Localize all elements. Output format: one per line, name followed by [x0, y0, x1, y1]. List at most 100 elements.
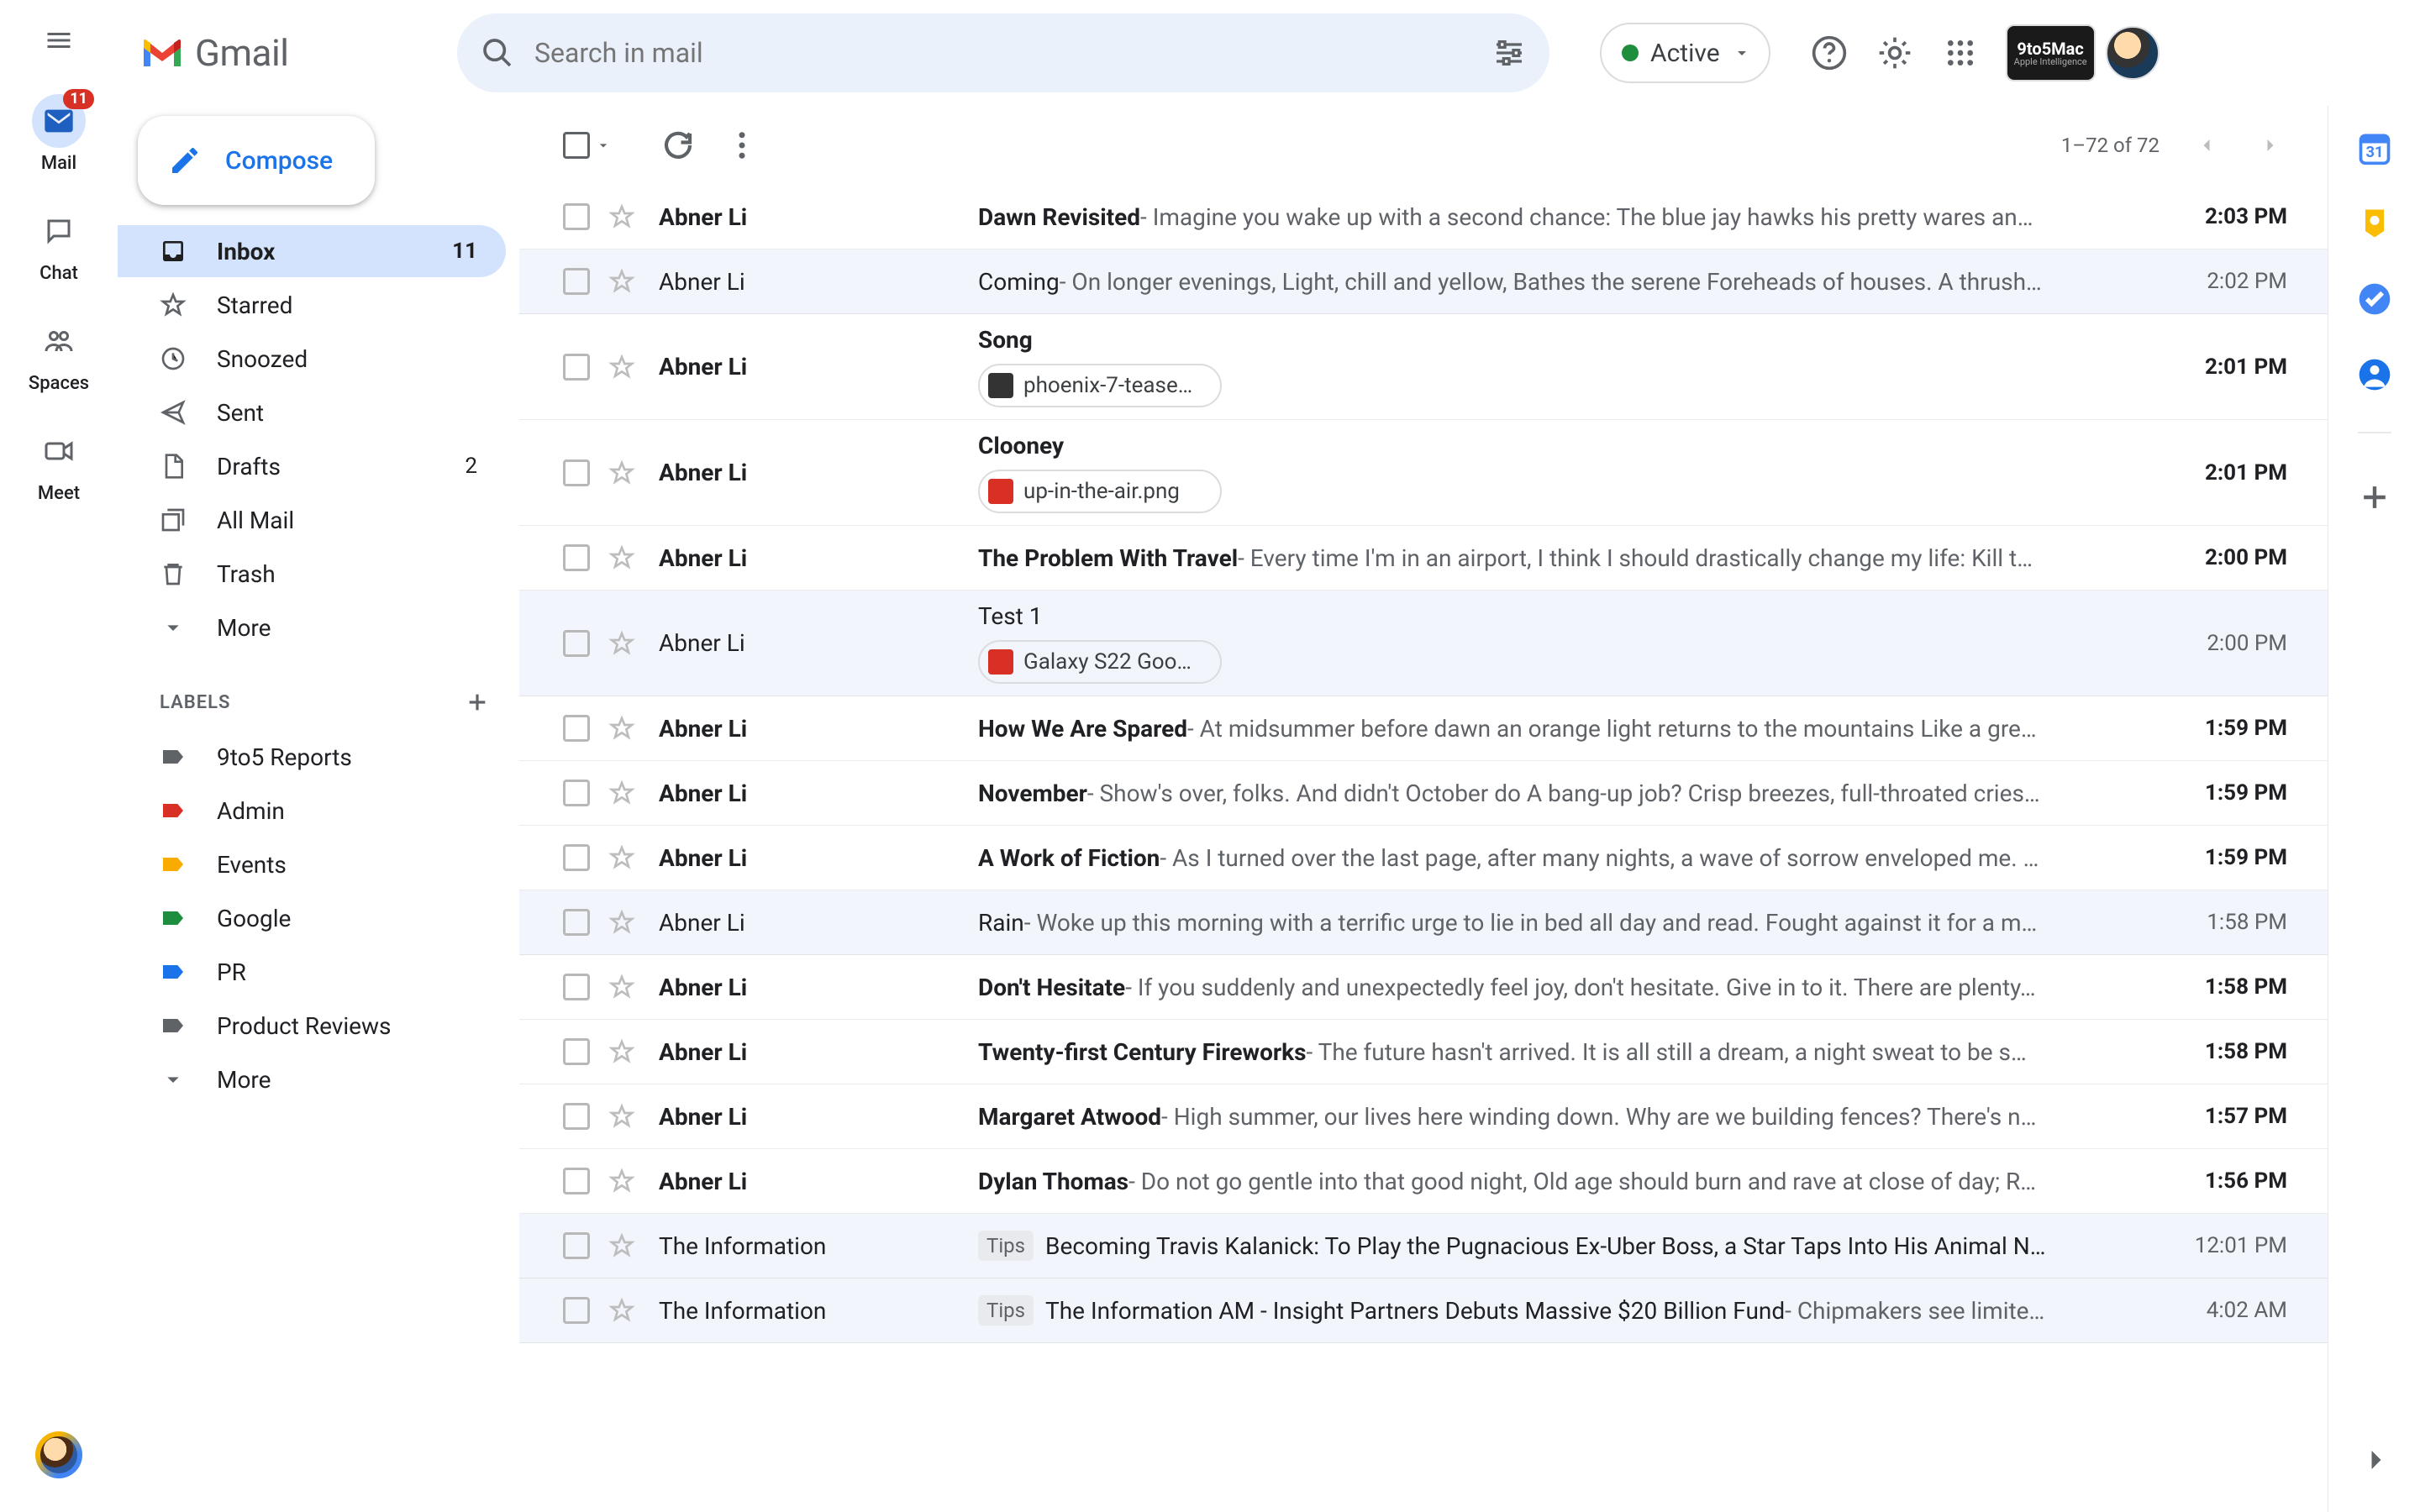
attachment-chip[interactable]: Galaxy S22 Goo… — [978, 640, 1222, 684]
star-icon[interactable] — [608, 780, 635, 806]
mail-row[interactable]: Abner Li Clooney up-in-the-air.png 2:01 … — [519, 420, 2328, 526]
row-checkbox[interactable] — [563, 459, 590, 486]
row-star[interactable] — [608, 909, 635, 936]
rail-chat[interactable]: Chat — [32, 204, 86, 284]
row-star[interactable] — [608, 844, 635, 871]
row-checkbox[interactable] — [563, 544, 590, 571]
star-icon[interactable] — [608, 844, 635, 871]
row-checkbox[interactable] — [563, 1103, 590, 1130]
settings-button[interactable] — [1875, 33, 1915, 73]
mail-row[interactable]: Abner Li November - Show's over, folks. … — [519, 761, 2328, 826]
attachment-chip[interactable]: phoenix-7-tease… — [978, 364, 1222, 407]
mail-row[interactable]: Abner Li How We Are Spared - At midsumme… — [519, 696, 2328, 761]
star-icon[interactable] — [608, 1103, 635, 1130]
star-icon[interactable] — [608, 715, 635, 742]
mail-row[interactable]: Abner Li A Work of Fiction - As I turned… — [519, 826, 2328, 890]
nav-starred[interactable]: Starred — [118, 279, 506, 331]
status-chip[interactable]: Active — [1600, 23, 1770, 83]
more-actions-button[interactable] — [724, 128, 760, 163]
contacts-app-button[interactable] — [2356, 356, 2393, 393]
label-item[interactable]: 9to5 Reports — [118, 731, 506, 783]
star-icon[interactable] — [608, 354, 635, 381]
mail-row[interactable]: The Information TipsThe Information AM -… — [519, 1278, 2328, 1343]
row-checkbox[interactable] — [563, 844, 590, 871]
rail-spaces[interactable]: Spaces — [29, 314, 89, 394]
row-star[interactable] — [608, 1168, 635, 1194]
label-item[interactable]: PR — [118, 946, 506, 998]
star-icon[interactable] — [608, 203, 635, 230]
select-all-checkbox[interactable] — [563, 132, 590, 159]
row-checkbox[interactable] — [563, 203, 590, 230]
star-icon[interactable] — [608, 1168, 635, 1194]
row-checkbox[interactable] — [563, 974, 590, 1000]
row-star[interactable] — [608, 203, 635, 230]
label-item[interactable]: Product Reviews — [118, 1000, 506, 1052]
row-checkbox[interactable] — [563, 354, 590, 381]
row-checkbox[interactable] — [563, 715, 590, 742]
attachment-chip[interactable]: up-in-the-air.png — [978, 470, 1222, 513]
row-star[interactable] — [608, 1038, 635, 1065]
mail-row[interactable]: Abner Li Coming - On longer evenings, Li… — [519, 249, 2328, 314]
mail-row[interactable]: Abner Li Twenty-first Century Fireworks … — [519, 1020, 2328, 1084]
mail-row[interactable]: The Information TipsBecoming Travis Kala… — [519, 1214, 2328, 1278]
mail-row[interactable]: Abner Li The Problem With Travel - Every… — [519, 526, 2328, 591]
star-icon[interactable] — [608, 1232, 635, 1259]
rail-mail[interactable]: 11 Mail — [32, 94, 86, 174]
row-checkbox[interactable] — [563, 780, 590, 806]
labels-more[interactable]: More — [118, 1053, 506, 1105]
star-icon[interactable] — [608, 1297, 635, 1324]
tasks-app-button[interactable] — [2356, 281, 2393, 318]
label-item[interactable]: Admin — [118, 785, 506, 837]
row-checkbox[interactable] — [563, 1232, 590, 1259]
row-checkbox[interactable] — [563, 909, 590, 936]
search-bar[interactable] — [457, 13, 1549, 92]
star-icon[interactable] — [608, 630, 635, 657]
gmail-logo[interactable]: Gmail — [139, 31, 457, 75]
account-avatar[interactable] — [2106, 26, 2160, 80]
mail-row[interactable]: Abner Li Dylan Thomas - Do not go gentle… — [519, 1149, 2328, 1214]
row-star[interactable] — [608, 630, 635, 657]
mail-row[interactable]: Abner Li Dawn Revisited - Imagine you wa… — [519, 185, 2328, 249]
mail-row[interactable]: Abner Li Test 1 Galaxy S22 Goo… 2:00 PM — [519, 591, 2328, 696]
star-icon[interactable] — [608, 459, 635, 486]
search-input[interactable] — [534, 37, 1492, 69]
row-checkbox[interactable] — [563, 1038, 590, 1065]
row-star[interactable] — [608, 1297, 635, 1324]
keep-app-button[interactable] — [2356, 205, 2393, 242]
rail-meet[interactable]: Meet — [32, 424, 86, 504]
mail-row[interactable]: Abner Li Margaret Atwood - High summer, … — [519, 1084, 2328, 1149]
pager-prev[interactable] — [2190, 129, 2223, 162]
compose-button[interactable]: Compose — [138, 116, 375, 205]
nav-snoozed[interactable]: Snoozed — [118, 333, 506, 385]
star-icon[interactable] — [608, 268, 635, 295]
mail-row[interactable]: Abner Li Rain - Woke up this morning wit… — [519, 890, 2328, 955]
nav-all-mail[interactable]: All Mail — [118, 494, 506, 546]
star-icon[interactable] — [608, 909, 635, 936]
row-star[interactable] — [608, 544, 635, 571]
nav-sent[interactable]: Sent — [118, 386, 506, 438]
row-checkbox[interactable] — [563, 268, 590, 295]
search-options-icon[interactable] — [1492, 36, 1526, 70]
main-menu-button[interactable] — [39, 20, 79, 60]
refresh-button[interactable] — [660, 128, 696, 163]
row-star[interactable] — [608, 974, 635, 1000]
mail-row[interactable]: Abner Li Don't Hesitate - If you suddenl… — [519, 955, 2328, 1020]
row-star[interactable] — [608, 1103, 635, 1130]
row-checkbox[interactable] — [563, 1168, 590, 1194]
row-checkbox[interactable] — [563, 1297, 590, 1324]
nav-trash[interactable]: Trash — [118, 548, 506, 600]
nav-more[interactable]: More — [118, 601, 506, 654]
hide-sidepanel-button[interactable] — [2358, 1441, 2395, 1478]
calendar-app-button[interactable]: 31 — [2356, 129, 2393, 166]
row-star[interactable] — [608, 354, 635, 381]
mail-row[interactable]: Abner Li Song phoenix-7-tease… 2:01 PM — [519, 314, 2328, 420]
row-star[interactable] — [608, 715, 635, 742]
pager-next[interactable] — [2254, 129, 2287, 162]
nav-drafts[interactable]: Drafts 2 — [118, 440, 506, 492]
row-star[interactable] — [608, 780, 635, 806]
star-icon[interactable] — [608, 544, 635, 571]
organization-logo[interactable]: 9to5Mac Apple Intelligence — [2006, 24, 2096, 81]
rail-user-avatar[interactable] — [35, 1431, 82, 1478]
label-item[interactable]: Events — [118, 838, 506, 890]
select-dropdown-icon[interactable] — [595, 137, 612, 154]
